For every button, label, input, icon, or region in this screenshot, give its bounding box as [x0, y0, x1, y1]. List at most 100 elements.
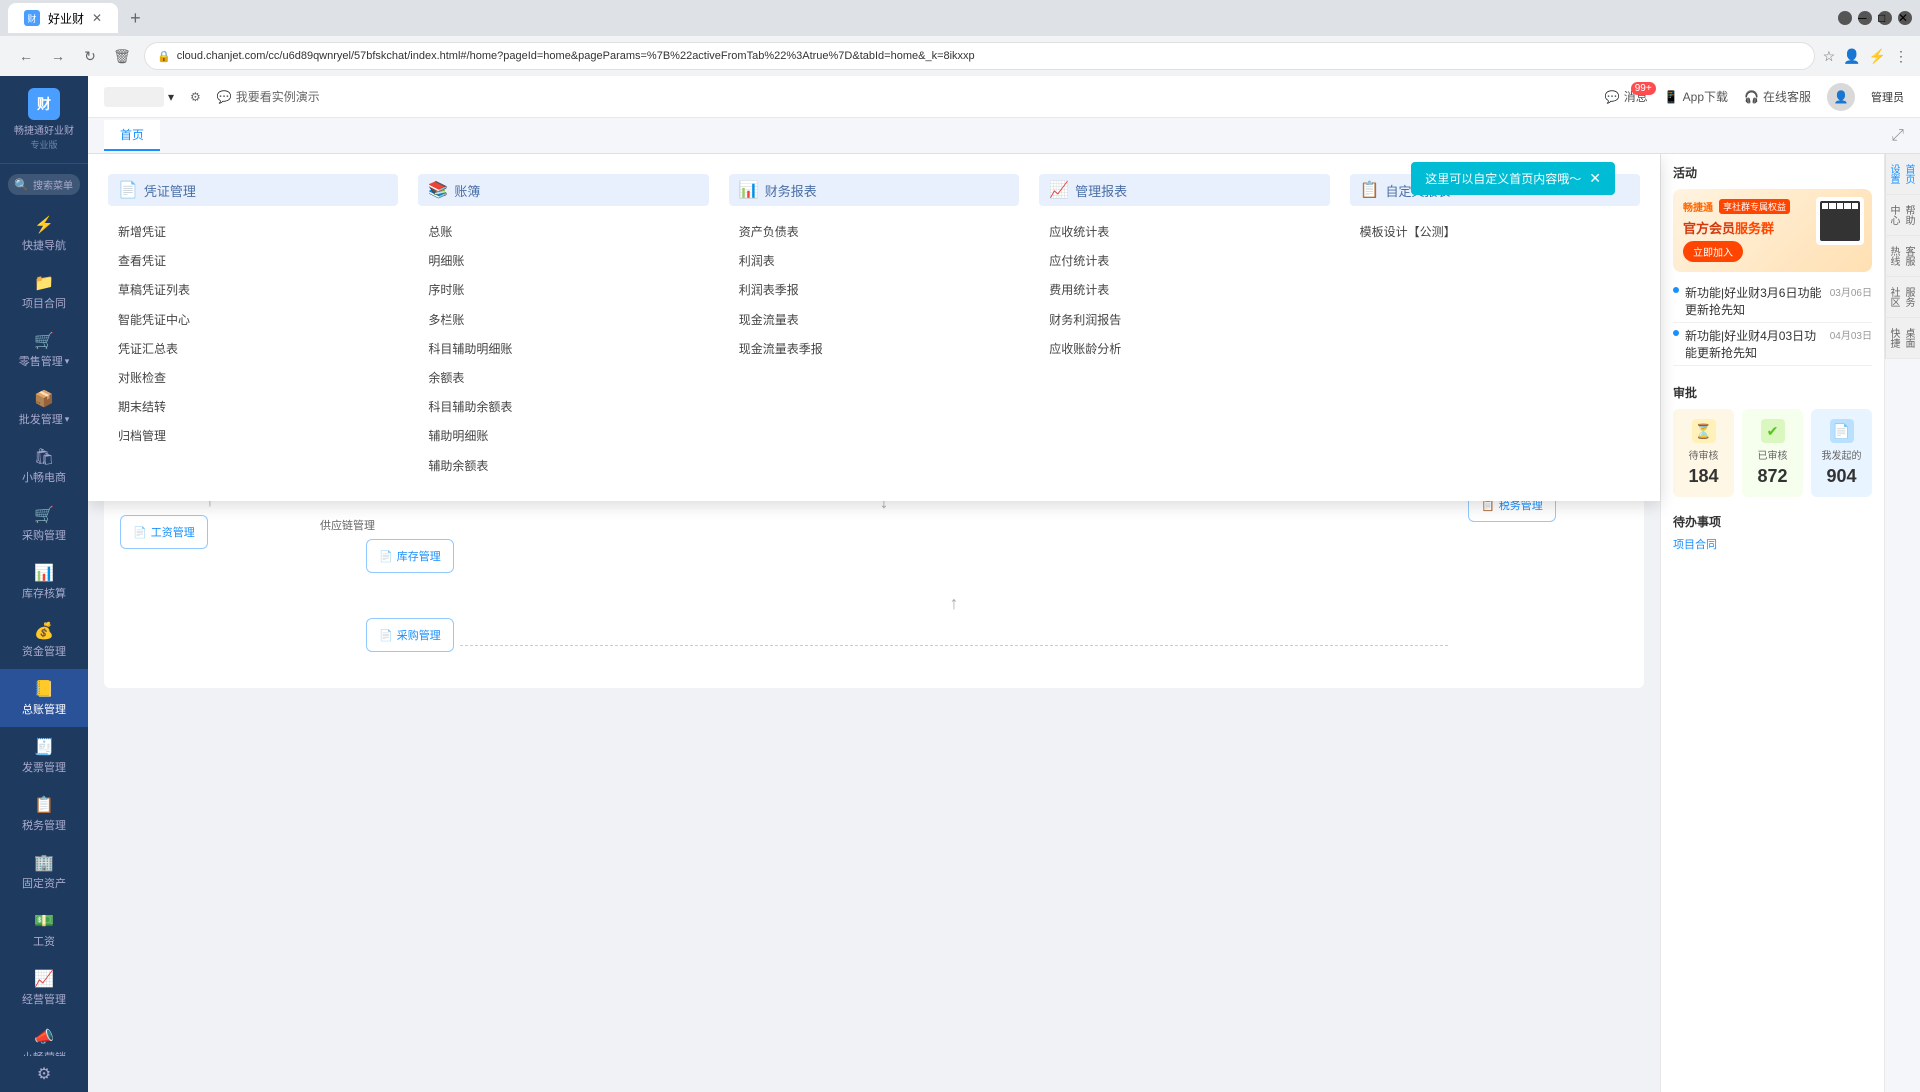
menu-item-aux-detail[interactable]: 辅助明细账 — [418, 422, 708, 451]
flow-row-4: 📄 采购管理 — [320, 618, 1448, 660]
menu-item-balance[interactable]: 余额表 — [418, 364, 708, 393]
win-close-btn[interactable]: ✕ — [1898, 11, 1912, 25]
expand-icon[interactable]: ⤢ — [1891, 127, 1904, 145]
online-service-button[interactable]: 🎧 在线客服 — [1744, 88, 1811, 105]
browser-toolbar: ← → ↻ 🗑 🔒 cloud.chanjet.com/cc/u6d89qwnr… — [0, 36, 1920, 76]
menu-item-subject-aux-detail[interactable]: 科目辅助明细账 — [418, 335, 708, 364]
right-vertical-tabs: 首页设置 帮助中心 客服热线 服务社区 桌面快捷 — [1884, 154, 1920, 1092]
qr-code — [1816, 197, 1864, 245]
activity-title: 活动 — [1673, 164, 1872, 181]
sidebar-item-label: 经营管理 — [8, 991, 80, 1007]
menu-item-aux-balance[interactable]: 辅助余额表 — [418, 452, 708, 481]
customize-tip: 这里可以自定义首页内容哦～ ✕ — [1411, 162, 1615, 195]
menu-item-sequence-ledger[interactable]: 序时账 — [418, 276, 708, 305]
sidebar-item-ecommerce[interactable]: 🛍 小畅电商 — [0, 437, 88, 495]
menu-item-ap-stats[interactable]: 应付统计表 — [1039, 247, 1329, 276]
tab-help-center[interactable]: 帮助中心 — [1885, 195, 1920, 236]
sidebar-item-quick[interactable]: ⚡ 快捷导航 — [0, 205, 88, 263]
tab-desktop[interactable]: 桌面快捷 — [1885, 318, 1920, 359]
sidebar-item-marketing[interactable]: 📣 小畅营销 — [0, 1017, 88, 1056]
user-avatar[interactable]: 👤 — [1827, 83, 1855, 111]
tab-close-button[interactable]: ✕ — [92, 11, 102, 25]
category-title-ledger: 账簿 — [454, 181, 480, 200]
demo-button[interactable]: 💬 我要看实例演示 — [217, 88, 320, 105]
pending-label: 待审核 — [1681, 447, 1726, 462]
menu-item-smart-voucher[interactable]: 智能凭证中心 — [108, 306, 398, 335]
menu-item-new-voucher[interactable]: 新增凭证 — [108, 218, 398, 247]
menu-item-detail-ledger[interactable]: 明细账 — [418, 247, 708, 276]
sidebar-item-retail[interactable]: 🛒 零售管理 ▾ — [0, 321, 88, 379]
delete-button[interactable]: 🗑 — [108, 42, 136, 70]
menu-item-voucher-summary[interactable]: 凭证汇总表 — [108, 335, 398, 364]
win-max-btn[interactable]: □ — [1878, 11, 1892, 25]
tab-home[interactable]: 首页 — [104, 120, 160, 151]
sidebar-item-assets[interactable]: 🏢 固定资产 — [0, 843, 88, 901]
sidebar-item-wholesale[interactable]: 📦 批发管理 ▾ — [0, 379, 88, 437]
todo-project-contract-link[interactable]: 项目合同 — [1673, 536, 1872, 552]
tab-community[interactable]: 服务社区 — [1885, 277, 1920, 318]
reload-button[interactable]: ↻ — [76, 42, 104, 70]
profile-icon[interactable]: 👤 — [1843, 48, 1860, 65]
approval-card-submitted[interactable]: 📄 我发起的 904 — [1811, 409, 1872, 497]
win-min-btn[interactable]: ─ — [1858, 11, 1872, 25]
username-label[interactable]: 管理员 — [1871, 89, 1904, 105]
menu-item-subject-aux-balance[interactable]: 科目辅助余额表 — [418, 393, 708, 422]
win-record-btn[interactable] — [1838, 11, 1852, 25]
join-banner-button[interactable]: 立即加入 — [1683, 241, 1743, 262]
menu-item-general-ledger[interactable]: 总账 — [418, 218, 708, 247]
ssl-icon: 🔒 — [157, 50, 171, 63]
tip-close-button[interactable]: ✕ — [1589, 170, 1601, 187]
sidebar-item-inventory[interactable]: 📊 库存核算 — [0, 553, 88, 611]
sidebar-item-invoice[interactable]: 🧾 发票管理 — [0, 727, 88, 785]
approval-card-done[interactable]: ✔ 已审核 872 — [1742, 409, 1803, 497]
menu-item-ar-stats[interactable]: 应收统计表 — [1039, 218, 1329, 247]
bookmark-icon[interactable]: ☆ — [1823, 48, 1836, 65]
menu-item-archive[interactable]: 归档管理 — [108, 422, 398, 451]
sidebar-item-purchase[interactable]: 🛒 采购管理 — [0, 495, 88, 553]
sidebar-item-search[interactable]: 🔍 搜索菜单 — [0, 164, 88, 205]
sidebar: 财 畅捷通好业财 专业版 🔍 搜索菜单 ⚡ 快捷导航 📁 项目合同 🛒 — [0, 76, 88, 1092]
notification-button[interactable]: 💬 消息 99+ — [1605, 88, 1648, 105]
app-download-button[interactable]: 📱 App下载 — [1664, 88, 1728, 105]
sidebar-item-finance[interactable]: 💰 资金管理 — [0, 611, 88, 669]
menu-item-balance-sheet[interactable]: 资产负债表 — [729, 218, 1019, 247]
menu-item-expense-stats[interactable]: 费用统计表 — [1039, 276, 1329, 305]
menu-item-template-design[interactable]: 模板设计【公测】 — [1350, 218, 1640, 247]
forward-button[interactable]: → — [44, 42, 72, 70]
sidebar-item-ops[interactable]: 📈 经营管理 — [0, 959, 88, 1017]
sidebar-item-accounting[interactable]: 📒 总账管理 — [0, 669, 88, 727]
browser-tab-active[interactable]: 财 好业财 ✕ — [8, 3, 118, 33]
menu-item-cashflow[interactable]: 现金流量表 — [729, 306, 1019, 335]
activity-date-1: 03月06日 — [1830, 284, 1872, 299]
sidebar-item-label: 税务管理 — [8, 817, 80, 833]
new-tab-button[interactable]: + — [122, 8, 149, 29]
settings-icon[interactable]: ⚙ — [190, 90, 201, 104]
menu-item-period-end[interactable]: 期末结转 — [108, 393, 398, 422]
sidebar-item-salary[interactable]: 💵 工资 — [0, 901, 88, 959]
sidebar-settings-icon[interactable]: ⚙ — [37, 1066, 51, 1083]
tab-home-settings[interactable]: 首页设置 — [1885, 154, 1920, 195]
tab-hotline[interactable]: 客服热线 — [1885, 236, 1920, 277]
menu-item-multi-col[interactable]: 多栏账 — [418, 306, 708, 335]
flow-node-inventory[interactable]: 📄 库存管理 — [366, 539, 454, 573]
tip-text: 这里可以自定义首页内容哦～ — [1425, 170, 1581, 187]
sidebar-item-tax[interactable]: 📋 税务管理 — [0, 785, 88, 843]
menu-item-cashflow-quarterly[interactable]: 现金流量表季报 — [729, 335, 1019, 364]
menu-item-income-quarterly[interactable]: 利润表季报 — [729, 276, 1019, 305]
menu-item-ar-aging[interactable]: 应收账龄分析 — [1039, 335, 1329, 364]
back-button[interactable]: ← — [12, 42, 40, 70]
sidebar-item-project[interactable]: 📁 项目合同 — [0, 263, 88, 321]
address-bar[interactable]: 🔒 cloud.chanjet.com/cc/u6d89qwnryel/57bf… — [144, 42, 1815, 70]
menu-item-reconcile[interactable]: 对账检查 — [108, 364, 398, 393]
flow-node-salary[interactable]: 📄 工资管理 — [120, 515, 208, 549]
flow-node-purchase[interactable]: 📄 采购管理 — [366, 618, 454, 652]
menu-item-profit-report[interactable]: 财务利润报告 — [1039, 306, 1329, 335]
menu-item-income[interactable]: 利润表 — [729, 247, 1019, 276]
menu-icon[interactable]: ⋮ — [1894, 48, 1908, 65]
demo-label: 我要看实例演示 — [236, 88, 320, 105]
menu-item-view-voucher[interactable]: 查看凭证 — [108, 247, 398, 276]
company-dropdown[interactable]: ▾ — [104, 87, 174, 107]
menu-item-draft-voucher[interactable]: 草稿凭证列表 — [108, 276, 398, 305]
approval-card-pending[interactable]: ⏳ 待审核 184 — [1673, 409, 1734, 497]
extensions-icon[interactable]: ⚡ — [1869, 48, 1886, 65]
